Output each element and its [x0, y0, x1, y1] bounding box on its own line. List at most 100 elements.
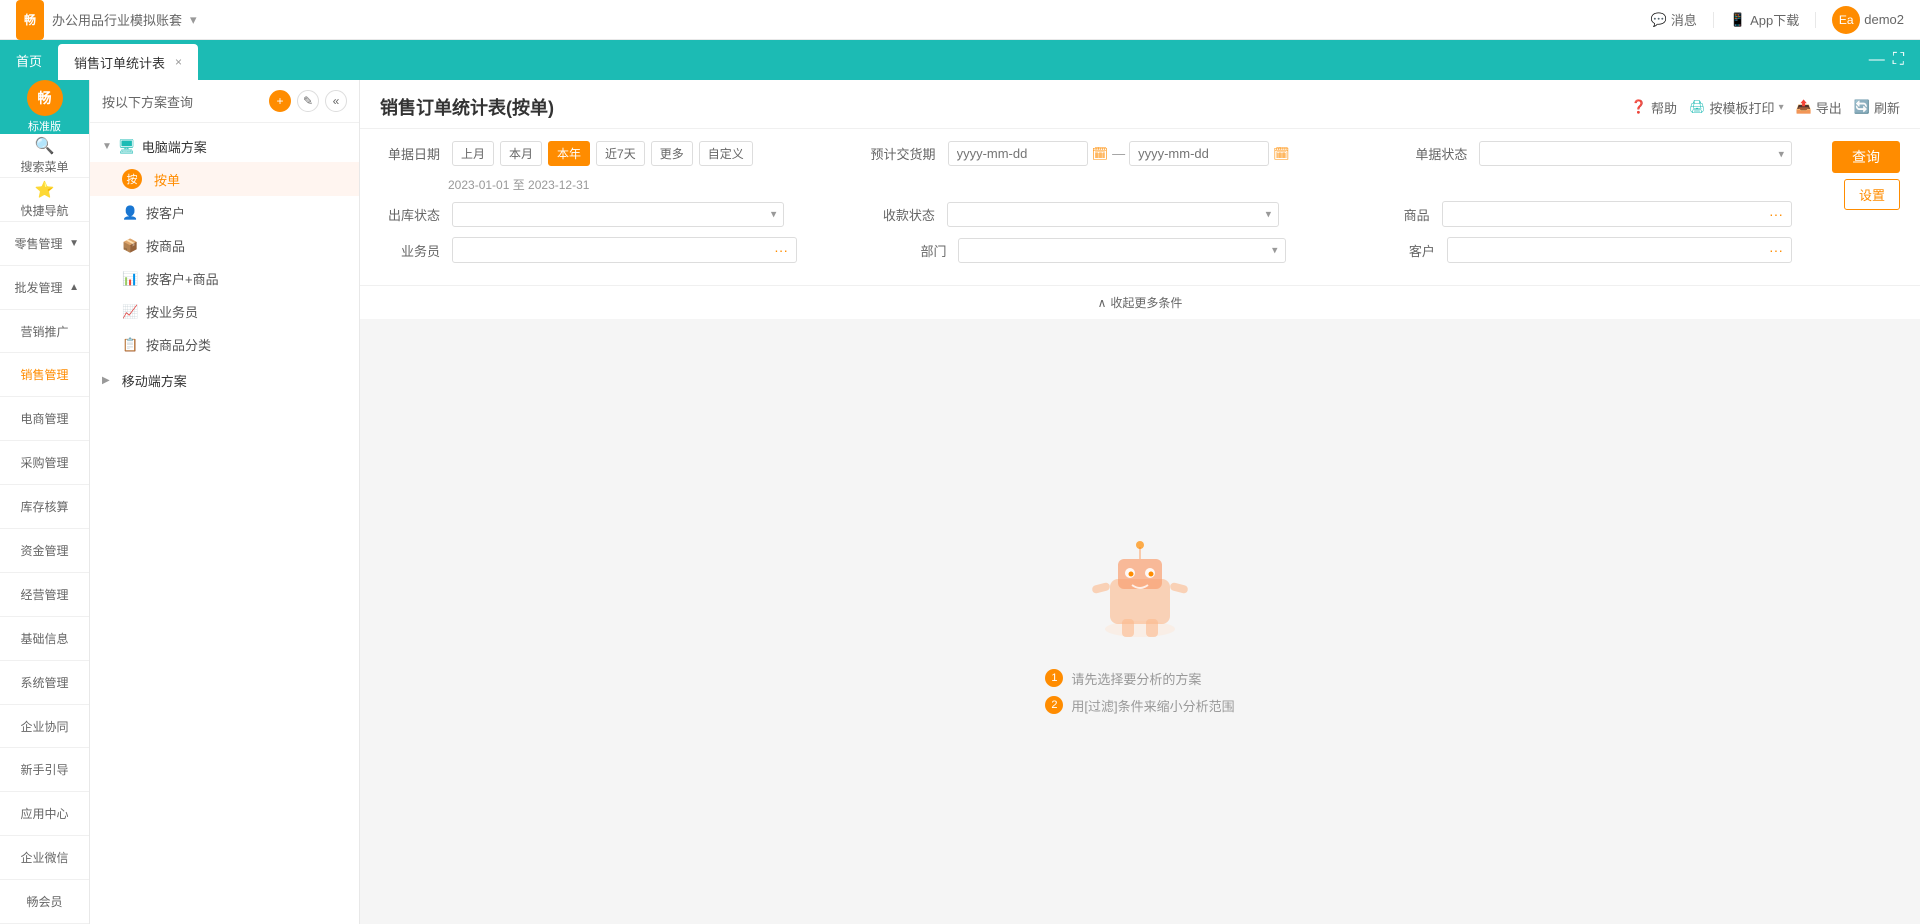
refresh-btn[interactable]: 🔄 刷新 — [1854, 98, 1900, 117]
sidebar-logo-text: 标准版 — [28, 118, 61, 134]
sidebar-item-collab[interactable]: 企业协同 — [0, 705, 89, 749]
sidebar-item-retail[interactable]: 零售管理 ▼ — [0, 222, 89, 266]
tab-home[interactable]: 首页 — [0, 40, 58, 80]
help-label: 帮助 — [1651, 98, 1677, 117]
date-btn-thisyear[interactable]: 本年 — [548, 141, 590, 166]
sidebar-item-inventory[interactable]: 库存核算 — [0, 485, 89, 529]
tree-item-by-salesperson[interactable]: 📈 按业务员 — [90, 295, 359, 328]
tree-item-by-goods[interactable]: 📦 按商品 — [90, 229, 359, 262]
mobile-group-expand-icon: ▶ — [102, 375, 110, 386]
sidebar-appcenter-label: 应用中心 — [20, 805, 68, 822]
date-range-display: 2023-01-01 至 2023-12-31 — [380, 176, 1792, 201]
message-btn[interactable]: 💬 消息 — [1651, 10, 1697, 29]
app-download-btn[interactable]: 📱 App下载 — [1730, 10, 1799, 29]
tree-group-mobile-header[interactable]: ▶ 移动端方案 — [90, 365, 359, 396]
tree-item-by-customer-goods[interactable]: 📊 按客户+商品 — [90, 262, 359, 295]
add-scheme-icon: + — [276, 94, 283, 108]
hint-1-num: 1 — [1045, 669, 1063, 687]
empty-hint-2: 2 用[过滤]条件来缩小分析范围 — [1045, 696, 1234, 715]
divider2 — [1815, 12, 1816, 28]
filter-section: 单据日期 上月 本月 本年 近7天 更多 自定义 — [360, 129, 1920, 319]
search-button[interactable]: 查询 — [1832, 141, 1900, 173]
tree-item-by-salesperson-label: 按业务员 — [146, 302, 198, 321]
retail-arrow-icon: ▼ — [69, 238, 79, 249]
print-btn[interactable]: 🖨 按模板打印 ▾ — [1689, 98, 1784, 117]
goods-label: 商品 — [1370, 205, 1430, 224]
payment-select[interactable] — [947, 202, 1279, 227]
collapse-panel-btn[interactable]: « — [325, 90, 347, 112]
tree-group-pc-header[interactable]: ▼ 🖥 电脑端方案 — [90, 131, 359, 162]
sidebar-inventory-label: 库存核算 — [20, 498, 68, 515]
payment-label: 收款状态 — [875, 205, 935, 224]
user-area[interactable]: Ea demo2 — [1832, 6, 1904, 34]
tab-close-icon[interactable]: × — [175, 55, 182, 69]
department-select-wrapper — [958, 238, 1285, 263]
help-btn[interactable]: ❓ 帮助 — [1631, 98, 1677, 117]
collapse-bar[interactable]: ∧ 收起更多条件 — [360, 285, 1920, 319]
sidebar-item-purchase[interactable]: 采购管理 — [0, 441, 89, 485]
tree-item-by-category[interactable]: 📋 按商品分类 — [90, 328, 359, 361]
sidebar-item-sales[interactable]: 销售管理 — [0, 353, 89, 397]
sidebar-item-ecommerce[interactable]: 电商管理 — [0, 397, 89, 441]
empty-illustration — [1080, 529, 1200, 649]
add-scheme-btn[interactable]: + — [269, 90, 291, 112]
page-title: 销售订单统计表(按单) — [380, 94, 554, 120]
expected-date-to[interactable] — [1129, 141, 1269, 166]
sidebar-item-member[interactable]: 畅会员 — [0, 880, 89, 924]
customer-input-wrapper[interactable]: ··· — [1447, 237, 1792, 263]
sidebar-item-basic[interactable]: 基础信息 — [0, 617, 89, 661]
sidebar-quicknav[interactable]: ⭐ 快捷导航 — [0, 178, 89, 222]
sidebar-item-marketing[interactable]: 营销推广 — [0, 310, 89, 354]
print-arrow-icon: ▾ — [1779, 102, 1784, 113]
department-select[interactable] — [958, 238, 1285, 263]
date-btn-lastmonth[interactable]: 上月 — [452, 141, 494, 166]
filter-row-2: 出库状态 收款状态 — [380, 201, 1792, 227]
sidebar-logo-icon: 畅 — [27, 80, 63, 116]
sidebar-item-finance[interactable]: 资金管理 — [0, 529, 89, 573]
hint-2-num: 2 — [1045, 696, 1063, 714]
sidebar-item-wechat[interactable]: 企业微信 — [0, 836, 89, 880]
date-btn-thismonth[interactable]: 本月 — [500, 141, 542, 166]
edit-scheme-btn[interactable]: ✎ — [297, 90, 319, 112]
top-bar-arrow[interactable]: ▾ — [190, 12, 197, 28]
filter-row-1: 单据日期 上月 本月 本年 近7天 更多 自定义 — [380, 141, 1792, 166]
message-icon: 💬 — [1651, 12, 1667, 28]
sidebar-item-operations[interactable]: 经营管理 — [0, 573, 89, 617]
sidebar-search[interactable]: 🔍 搜索菜单 — [0, 134, 89, 178]
tree-item-by-customer[interactable]: 👤 按客户 — [90, 196, 359, 229]
empty-area: 1 请先选择要分析的方案 2 用[过滤]条件来缩小分析范围 — [360, 319, 1920, 924]
sidebar-item-wholesale[interactable]: 批发管理 ▲ — [0, 266, 89, 310]
date-btn-7days[interactable]: 近7天 — [596, 141, 645, 166]
payment-select-wrapper — [947, 202, 1279, 227]
top-bar-right: 💬 消息 📱 App下载 Ea demo2 — [1651, 6, 1904, 34]
sidebar-wholesale-label: 批发管理 — [10, 279, 67, 296]
filter-action-col: 查询 设置 — [1812, 129, 1920, 285]
delivery-select[interactable] — [452, 202, 784, 227]
top-bar-left: 畅 办公用品行业模拟账套 ▾ — [16, 0, 197, 40]
goods-input-wrapper[interactable]: ··· — [1442, 201, 1792, 227]
sidebar-wechat-label: 企业微信 — [20, 849, 68, 866]
sidebar-item-system[interactable]: 系统管理 — [0, 661, 89, 705]
left-panel: 按以下方案查询 + ✎ « ▼ — [90, 80, 360, 924]
sidebar-item-appcenter[interactable]: 应用中心 — [0, 792, 89, 836]
bill-status-select[interactable] — [1479, 141, 1792, 166]
tab-minimize-icon[interactable]: — — [1869, 51, 1885, 69]
sidebar-item-newbie[interactable]: 新手引导 — [0, 748, 89, 792]
export-btn[interactable]: 📤 导出 — [1796, 98, 1842, 117]
sidebar-sales-label: 销售管理 — [20, 366, 68, 383]
main-layout: 畅 标准版 🔍 搜索菜单 ⭐ 快捷导航 零售管理 ▼ 批发管理 ▲ 营销推广 销… — [0, 80, 1920, 924]
date-btn-more[interactable]: 更多 — [651, 141, 693, 166]
tree-item-by-order[interactable]: 按 按单 — [90, 162, 359, 196]
goods-ellipsis-icon[interactable]: ··· — [1769, 206, 1783, 222]
sidebar-ecommerce-label: 电商管理 — [20, 410, 68, 427]
salesperson-ellipsis-icon[interactable]: ··· — [774, 242, 788, 258]
date-btn-custom[interactable]: 自定义 — [699, 141, 753, 166]
content-area: 按以下方案查询 + ✎ « ▼ — [90, 80, 1920, 924]
salesperson-input-wrapper[interactable]: ··· — [452, 237, 797, 263]
settings-button[interactable]: 设置 — [1844, 179, 1900, 210]
tab-active[interactable]: 销售订单统计表 × — [58, 44, 198, 80]
customer-ellipsis-icon[interactable]: ··· — [1769, 242, 1783, 258]
tab-expand-icon[interactable]: ⛶ — [1893, 51, 1904, 69]
expected-date-from[interactable] — [948, 141, 1088, 166]
sidebar-newbie-label: 新手引导 — [20, 761, 68, 778]
